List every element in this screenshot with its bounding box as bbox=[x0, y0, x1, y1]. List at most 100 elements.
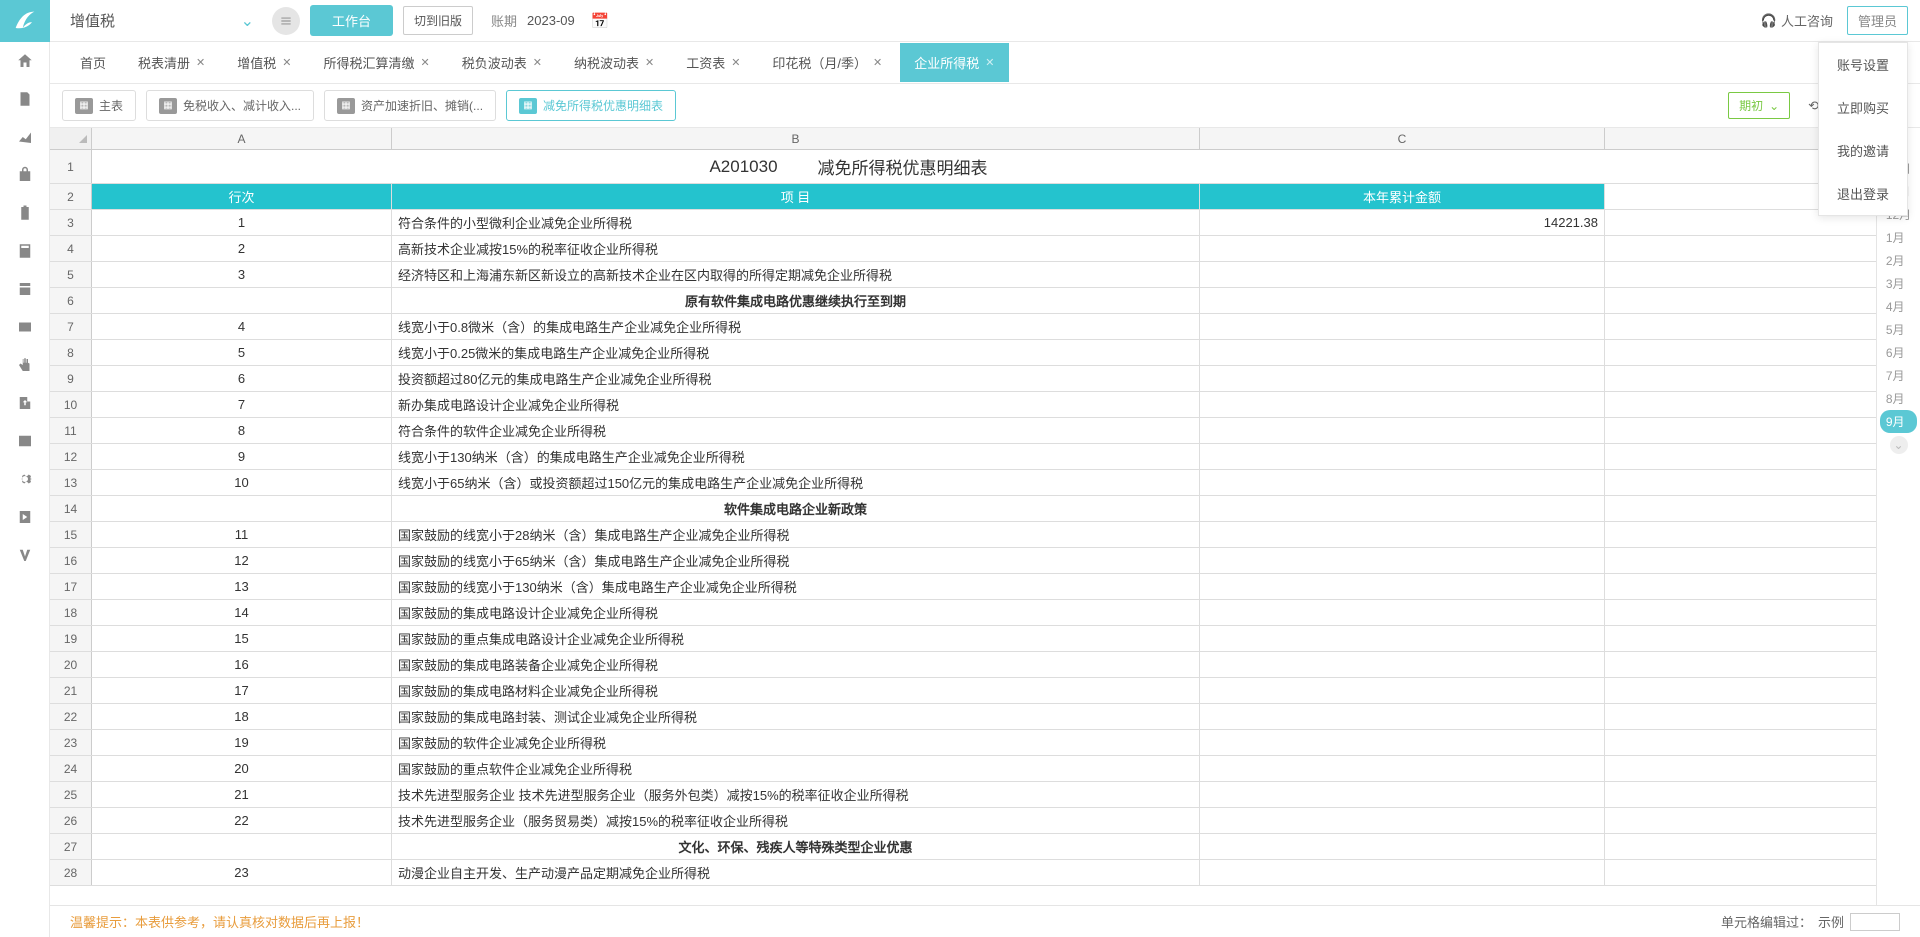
cell[interactable] bbox=[1200, 314, 1605, 339]
col-header-B[interactable]: B bbox=[392, 128, 1200, 149]
row-header[interactable]: 21 bbox=[50, 678, 92, 703]
cell[interactable] bbox=[92, 834, 392, 859]
cell[interactable] bbox=[1200, 522, 1605, 547]
nav-card-icon[interactable] bbox=[0, 308, 50, 346]
tax-type-dropdown[interactable]: 增值税 ⌄ bbox=[62, 6, 262, 35]
workspace-button[interactable]: 工作台 bbox=[310, 5, 393, 36]
cell[interactable]: 动漫企业自主开发、生产动漫产品定期减免企业所得税 bbox=[392, 860, 1200, 885]
month-item[interactable]: 4月 bbox=[1880, 295, 1917, 318]
month-item[interactable]: 7月 bbox=[1880, 364, 1917, 387]
cell[interactable] bbox=[1200, 782, 1605, 807]
row-header[interactable]: 4 bbox=[50, 236, 92, 261]
nav-doc-icon[interactable] bbox=[0, 80, 50, 118]
row-header[interactable]: 28 bbox=[50, 860, 92, 885]
cell[interactable]: 国家鼓励的集成电路设计企业减免企业所得税 bbox=[392, 600, 1200, 625]
cell[interactable]: 新办集成电路设计企业减免企业所得税 bbox=[392, 392, 1200, 417]
user-menu-item[interactable]: 账号设置 bbox=[1819, 43, 1907, 86]
cell[interactable]: 13 bbox=[92, 574, 392, 599]
cell[interactable]: 14221.38 bbox=[1200, 210, 1605, 235]
user-menu-item[interactable]: 我的邀请 bbox=[1819, 129, 1907, 172]
cell[interactable] bbox=[1200, 860, 1605, 885]
col-header-A[interactable]: A bbox=[92, 128, 392, 149]
subtab[interactable]: ▦主表 bbox=[62, 90, 136, 121]
cell[interactable] bbox=[1200, 236, 1605, 261]
nav-inbox-icon[interactable] bbox=[0, 422, 50, 460]
nav-play-icon[interactable] bbox=[0, 498, 50, 536]
close-icon[interactable]: ✕ bbox=[873, 56, 882, 69]
nav-v-icon[interactable] bbox=[0, 536, 50, 574]
month-item[interactable]: 3月 bbox=[1880, 272, 1917, 295]
cell[interactable]: 1 bbox=[92, 210, 392, 235]
cell[interactable]: 符合条件的软件企业减免企业所得税 bbox=[392, 418, 1200, 443]
cell[interactable]: 国家鼓励的线宽小于65纳米（含）集成电路生产企业减免企业所得税 bbox=[392, 548, 1200, 573]
subtab[interactable]: ▦资产加速折旧、摊销(... bbox=[324, 90, 496, 121]
cell[interactable]: 线宽小于0.8微米（含）的集成电路生产企业减免企业所得税 bbox=[392, 314, 1200, 339]
tab[interactable]: 首页 bbox=[66, 43, 120, 82]
row-header[interactable]: 17 bbox=[50, 574, 92, 599]
cell[interactable] bbox=[1200, 600, 1605, 625]
close-icon[interactable]: ✕ bbox=[196, 56, 205, 69]
nav-hand-icon[interactable] bbox=[0, 346, 50, 384]
cell[interactable] bbox=[1200, 808, 1605, 833]
admin-button[interactable]: 管理员 bbox=[1847, 6, 1908, 35]
row-header[interactable]: 18 bbox=[50, 600, 92, 625]
cell[interactable]: 17 bbox=[92, 678, 392, 703]
cell[interactable]: 9 bbox=[92, 444, 392, 469]
row-header[interactable]: 24 bbox=[50, 756, 92, 781]
row-header[interactable]: 3 bbox=[50, 210, 92, 235]
tab[interactable]: 税表清册✕ bbox=[124, 43, 219, 82]
cell[interactable]: 12 bbox=[92, 548, 392, 573]
row-header[interactable]: 6 bbox=[50, 288, 92, 313]
cell[interactable] bbox=[1200, 262, 1605, 287]
cell[interactable]: 21 bbox=[92, 782, 392, 807]
cell[interactable]: 14 bbox=[92, 600, 392, 625]
cell[interactable] bbox=[1200, 496, 1605, 521]
cell[interactable] bbox=[1200, 444, 1605, 469]
close-icon[interactable]: ✕ bbox=[533, 56, 542, 69]
row-header[interactable]: 7 bbox=[50, 314, 92, 339]
calendar-icon[interactable]: 📅 bbox=[591, 12, 610, 30]
cell[interactable] bbox=[1200, 548, 1605, 573]
list-icon-button[interactable] bbox=[272, 7, 300, 35]
nav-calc-icon[interactable] bbox=[0, 232, 50, 270]
cell[interactable] bbox=[1200, 470, 1605, 495]
month-item[interactable]: 1月 bbox=[1880, 226, 1917, 249]
cell[interactable] bbox=[1200, 574, 1605, 599]
close-icon[interactable]: ✕ bbox=[731, 56, 740, 69]
row-header[interactable]: 22 bbox=[50, 704, 92, 729]
row-header[interactable]: 13 bbox=[50, 470, 92, 495]
cell[interactable]: 国家鼓励的集成电路封装、测试企业减免企业所得税 bbox=[392, 704, 1200, 729]
cell[interactable]: 国家鼓励的线宽小于130纳米（含）集成电路生产企业减免企业所得税 bbox=[392, 574, 1200, 599]
cell[interactable] bbox=[1200, 652, 1605, 677]
cell[interactable]: 20 bbox=[92, 756, 392, 781]
cell[interactable]: 原有软件集成电路优惠继续执行至到期 bbox=[392, 288, 1200, 313]
row-header[interactable]: 9 bbox=[50, 366, 92, 391]
close-icon[interactable]: ✕ bbox=[282, 56, 291, 69]
cell[interactable]: 技术先进型服务企业 技术先进型服务企业（服务外包类）减按15%的税率征收企业所得… bbox=[392, 782, 1200, 807]
cell[interactable] bbox=[1200, 392, 1605, 417]
row-header[interactable]: 27 bbox=[50, 834, 92, 859]
nav-chart-icon[interactable] bbox=[0, 118, 50, 156]
cell[interactable]: 22 bbox=[92, 808, 392, 833]
subtab[interactable]: ▦免税收入、减计收入... bbox=[146, 90, 314, 121]
nav-tax-icon[interactable] bbox=[0, 270, 50, 308]
tab[interactable]: 纳税波动表✕ bbox=[560, 43, 668, 82]
row-header[interactable]: 10 bbox=[50, 392, 92, 417]
subtab[interactable]: ▦减免所得税优惠明细表 bbox=[506, 90, 676, 121]
cell[interactable]: 文化、环保、残疾人等特殊类型企业优惠 bbox=[392, 834, 1200, 859]
cell[interactable] bbox=[1200, 678, 1605, 703]
cell[interactable] bbox=[1200, 626, 1605, 651]
cell[interactable]: 符合条件的小型微利企业减免企业所得税 bbox=[392, 210, 1200, 235]
row-header[interactable]: 25 bbox=[50, 782, 92, 807]
cell[interactable]: 线宽小于65纳米（含）或投资额超过150亿元的集成电路生产企业减免企业所得税 bbox=[392, 470, 1200, 495]
row-header[interactable]: 5 bbox=[50, 262, 92, 287]
switch-version-button[interactable]: 切到旧版 bbox=[403, 6, 473, 35]
cell[interactable]: 5 bbox=[92, 340, 392, 365]
tab[interactable]: 工资表✕ bbox=[672, 43, 754, 82]
user-menu-item[interactable]: 立即购买 bbox=[1819, 86, 1907, 129]
row-header[interactable]: 20 bbox=[50, 652, 92, 677]
cell[interactable] bbox=[1200, 340, 1605, 365]
cell[interactable] bbox=[1200, 704, 1605, 729]
cell[interactable]: 软件集成电路企业新政策 bbox=[392, 496, 1200, 521]
cell[interactable]: 19 bbox=[92, 730, 392, 755]
